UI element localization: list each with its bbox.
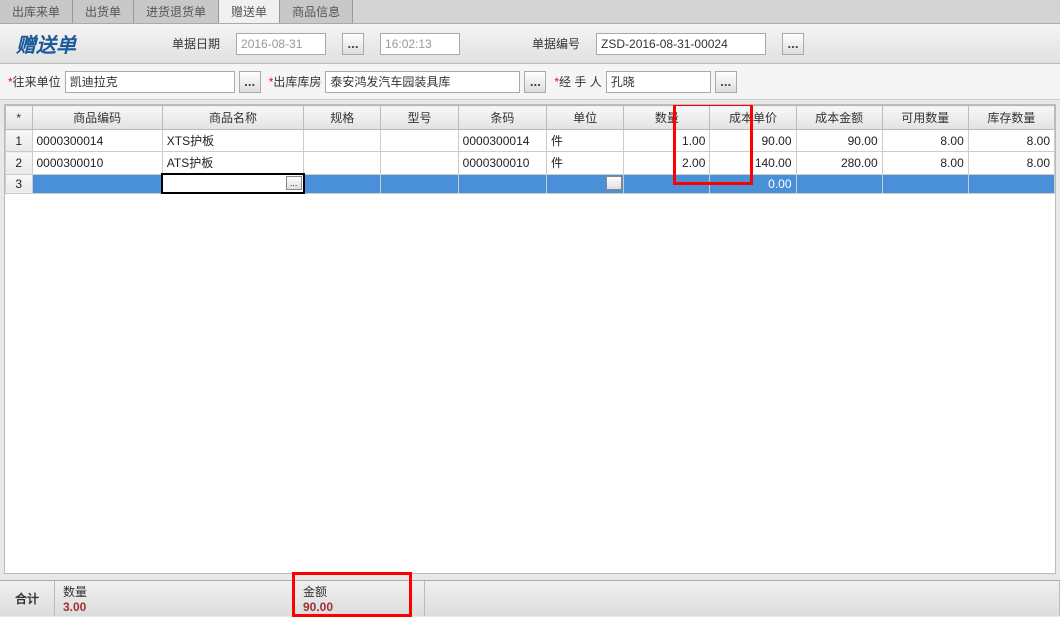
- page-title: 赠送单: [16, 29, 76, 58]
- warehouse-input[interactable]: [325, 71, 520, 93]
- tab-2[interactable]: 进货退货单: [134, 0, 219, 23]
- cell-stock-qty[interactable]: [968, 174, 1054, 193]
- table-header-row: * 商品编码 商品名称 规格 型号 条码 单位 数量 成本单价 成本金额 可用数…: [6, 106, 1055, 130]
- unit-picker-button[interactable]: ...: [239, 71, 261, 93]
- cell-seq: 2: [6, 152, 33, 175]
- cell-code[interactable]: [32, 174, 162, 193]
- docno-input[interactable]: [596, 33, 766, 55]
- cell-avail-qty[interactable]: [882, 174, 968, 193]
- warehouse-picker-button[interactable]: ...: [524, 71, 546, 93]
- date-picker-button[interactable]: ...: [342, 33, 364, 55]
- cell-model[interactable]: [381, 130, 458, 152]
- top-tab-bar: 出库来单 出货单 进货退货单 赠送单 商品信息: [0, 0, 1060, 24]
- cell-barcode[interactable]: 0000300014: [458, 130, 546, 152]
- footer-qty-label: 数量: [63, 583, 286, 600]
- cell-barcode[interactable]: 0000300010: [458, 152, 546, 175]
- warehouse-label: *出库库房: [269, 73, 322, 90]
- footer-qty-cell: 数量 3.00: [55, 581, 295, 616]
- cell-name-editing[interactable]: ...: [162, 174, 303, 193]
- cell-seq: 3: [6, 174, 33, 193]
- footer-qty-value: 3.00: [63, 600, 86, 614]
- filter-bar: *往来单位 ... *出库库房 ... *经 手 人 ...: [0, 64, 1060, 100]
- cell-unit-lookup-button[interactable]: ...: [606, 176, 622, 190]
- cell-spec[interactable]: [304, 130, 381, 152]
- handler-input[interactable]: [606, 71, 711, 93]
- cell-spec[interactable]: [304, 152, 381, 175]
- cell-code[interactable]: 0000300014: [32, 130, 162, 152]
- footer-spacer: [425, 581, 1060, 616]
- cell-model[interactable]: [381, 152, 458, 175]
- handler-label: *经 手 人: [554, 73, 601, 90]
- col-spec[interactable]: 规格: [304, 106, 381, 130]
- tab-0[interactable]: 出库来单: [0, 0, 73, 23]
- date-label: 单据日期: [172, 35, 220, 52]
- col-model[interactable]: 型号: [381, 106, 458, 130]
- data-table-container: * 商品编码 商品名称 规格 型号 条码 单位 数量 成本单价 成本金额 可用数…: [4, 104, 1056, 574]
- cell-model[interactable]: [381, 174, 458, 193]
- cell-stock-qty[interactable]: 8.00: [968, 152, 1054, 175]
- col-cost-amount[interactable]: 成本金额: [796, 106, 882, 130]
- unit-label: *往来单位: [8, 73, 61, 90]
- data-table[interactable]: * 商品编码 商品名称 规格 型号 条码 单位 数量 成本单价 成本金额 可用数…: [5, 105, 1055, 194]
- col-stock-qty[interactable]: 库存数量: [968, 106, 1054, 130]
- col-unit[interactable]: 单位: [547, 106, 624, 130]
- cell-code[interactable]: 0000300010: [32, 152, 162, 175]
- cell-cost-price[interactable]: 90.00: [710, 130, 796, 152]
- unit-input[interactable]: [65, 71, 235, 93]
- tab-3[interactable]: 赠送单: [219, 0, 280, 23]
- cell-unit[interactable]: ...: [547, 174, 624, 193]
- table-row[interactable]: 1 0000300014 XTS护板 0000300014 件 1.00 90.…: [6, 130, 1055, 152]
- cell-qty[interactable]: 1.00: [624, 130, 710, 152]
- table-row-active[interactable]: 3 ... ... 0.00: [6, 174, 1055, 193]
- col-qty[interactable]: 数量: [624, 106, 710, 130]
- handler-picker-button[interactable]: ...: [715, 71, 737, 93]
- cell-cost-price[interactable]: 140.00: [710, 152, 796, 175]
- cell-barcode[interactable]: [458, 174, 546, 193]
- cell-name[interactable]: ATS护板: [162, 152, 303, 175]
- cell-unit[interactable]: 件: [547, 130, 624, 152]
- cell-stock-qty[interactable]: 8.00: [968, 130, 1054, 152]
- header-bar: 赠送单 单据日期 ... 单据编号 ...: [0, 24, 1060, 64]
- footer-total-label: 合计: [0, 581, 55, 616]
- col-cost-price[interactable]: 成本单价: [710, 106, 796, 130]
- table-row[interactable]: 2 0000300010 ATS护板 0000300010 件 2.00 140…: [6, 152, 1055, 175]
- footer-amount-value: 90.00: [303, 600, 333, 614]
- col-barcode[interactable]: 条码: [458, 106, 546, 130]
- time-input[interactable]: [380, 33, 460, 55]
- date-input[interactable]: [236, 33, 326, 55]
- col-seq[interactable]: *: [6, 106, 33, 130]
- cell-seq: 1: [6, 130, 33, 152]
- col-code[interactable]: 商品编码: [32, 106, 162, 130]
- cell-name-lookup-button[interactable]: ...: [286, 176, 302, 190]
- tab-4[interactable]: 商品信息: [280, 0, 353, 23]
- col-name[interactable]: 商品名称: [162, 106, 303, 130]
- tab-1[interactable]: 出货单: [73, 0, 134, 23]
- col-avail-qty[interactable]: 可用数量: [882, 106, 968, 130]
- cell-avail-qty[interactable]: 8.00: [882, 130, 968, 152]
- cell-name[interactable]: XTS护板: [162, 130, 303, 152]
- cell-cost-amount[interactable]: 280.00: [796, 152, 882, 175]
- cell-avail-qty[interactable]: 8.00: [882, 152, 968, 175]
- docno-label: 单据编号: [532, 35, 580, 52]
- cell-cost-price[interactable]: 0.00: [710, 174, 796, 193]
- cell-cost-amount[interactable]: [796, 174, 882, 193]
- cell-cost-amount[interactable]: 90.00: [796, 130, 882, 152]
- footer-amount-label: 金额: [303, 583, 416, 600]
- footer-bar: 合计 数量 3.00 金额 90.00: [0, 580, 1060, 616]
- footer-amount-cell: 金额 90.00: [295, 581, 425, 616]
- cell-unit[interactable]: 件: [547, 152, 624, 175]
- cell-spec[interactable]: [304, 174, 381, 193]
- cell-qty[interactable]: [624, 174, 710, 193]
- docno-picker-button[interactable]: ...: [782, 33, 804, 55]
- cell-qty[interactable]: 2.00: [624, 152, 710, 175]
